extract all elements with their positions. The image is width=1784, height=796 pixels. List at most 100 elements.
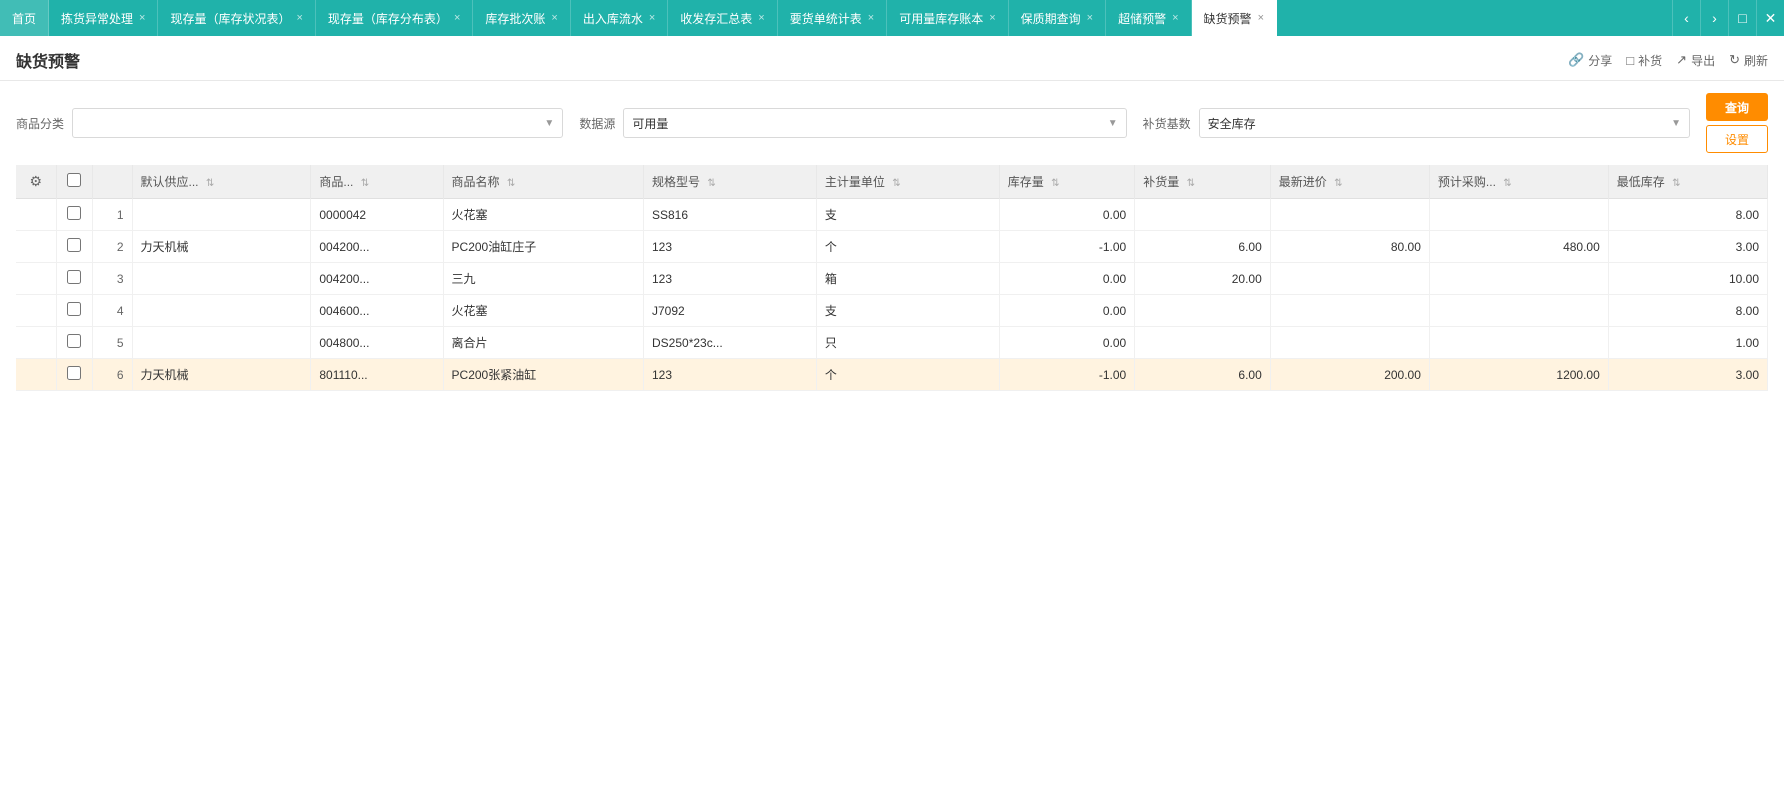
row-unit: 箱 <box>816 263 999 295</box>
sort-unit-icon: ⇅ <box>892 178 900 189</box>
replenish-select-value: 安全库存 <box>1208 115 1256 132</box>
col-header-supplier[interactable]: 默认供应... ⇅ <box>132 165 311 199</box>
query-button[interactable]: 查询 <box>1706 93 1768 121</box>
tab-expiry[interactable]: 保质期查询 × <box>1009 0 1106 36</box>
table-row[interactable]: 2 力天机械 004200... PC200油缸庄子 123 个 -1.00 6… <box>16 231 1768 263</box>
datasource-select[interactable]: 可用量 ▼ <box>623 108 1126 138</box>
category-label: 商品分类 <box>16 115 64 132</box>
row-replenish-qty <box>1135 295 1271 327</box>
row-checkbox[interactable] <box>67 366 81 380</box>
row-checkbox[interactable] <box>67 206 81 220</box>
row-supplier: 力天机械 <box>132 231 311 263</box>
col-header-gear[interactable]: ⚙ <box>16 165 56 199</box>
tab-close-avail-ledger[interactable]: × <box>989 12 995 24</box>
row-checkbox[interactable] <box>67 270 81 284</box>
tab-restore[interactable]: □ <box>1728 0 1756 36</box>
tab-overstock[interactable]: 超储预警 × <box>1106 0 1191 36</box>
refresh-button[interactable]: ↻ 刷新 <box>1729 52 1768 69</box>
column-settings-icon[interactable]: ⚙ <box>29 173 42 189</box>
tab-recv-summary[interactable]: 收发存汇总表 × <box>668 0 777 36</box>
row-checkbox-cell[interactable] <box>56 295 92 327</box>
row-checkbox-cell[interactable] <box>56 199 92 231</box>
row-latest-price: 200.00 <box>1270 359 1429 391</box>
row-checkbox-cell[interactable] <box>56 263 92 295</box>
col-header-unit[interactable]: 主计量单位 ⇅ <box>816 165 999 199</box>
row-checkbox-cell[interactable] <box>56 231 92 263</box>
tab-close-stock-status[interactable]: × <box>296 12 302 24</box>
select-all-checkbox[interactable] <box>67 173 81 187</box>
row-name: 离合片 <box>443 327 643 359</box>
col-header-stock[interactable]: 库存量 ⇅ <box>999 165 1135 199</box>
filter-bar: 商品分类 ▼ 数据源 可用量 ▼ 补货基数 安全库存 ▼ 查询 设置 <box>0 81 1784 165</box>
table-row[interactable]: 3 004200... 三九 123 箱 0.00 20.00 10.00 <box>16 263 1768 295</box>
row-index: 4 <box>92 295 132 327</box>
tab-close-expiry[interactable]: × <box>1087 12 1093 24</box>
col-header-latest-price[interactable]: 最新进价 ⇅ <box>1270 165 1429 199</box>
category-select[interactable]: ▼ <box>72 108 563 138</box>
table-container: ⚙ 默认供应... ⇅ 商品... ⇅ 商品名称 <box>0 165 1784 391</box>
col-header-min-stock[interactable]: 最低库存 ⇅ <box>1608 165 1767 199</box>
tab-stock-dist[interactable]: 现存量（库存分布表） × <box>316 0 473 36</box>
tab-close-inout-flow[interactable]: × <box>649 12 655 24</box>
tab-close-abnormal[interactable]: × <box>139 12 145 24</box>
row-min-stock: 10.00 <box>1608 263 1767 295</box>
tab-scroll-right[interactable]: › <box>1700 0 1728 36</box>
row-gear-cell <box>16 359 56 391</box>
col-header-name[interactable]: 商品名称 ⇅ <box>443 165 643 199</box>
settings-button[interactable]: 设置 <box>1706 125 1768 153</box>
row-min-stock: 8.00 <box>1608 199 1767 231</box>
tab-abnormal[interactable]: 拣货异常处理 × <box>49 0 158 36</box>
col-header-spec[interactable]: 规格型号 ⇅ <box>644 165 817 199</box>
row-est-purchase: 1200.00 <box>1429 359 1608 391</box>
tab-order-stat[interactable]: 要货单统计表 × <box>778 0 887 36</box>
row-checkbox-cell[interactable] <box>56 327 92 359</box>
row-latest-price <box>1270 199 1429 231</box>
tab-close-stock-dist[interactable]: × <box>454 12 460 24</box>
row-unit: 支 <box>816 295 999 327</box>
tab-shortage[interactable]: 缺货预警 × <box>1192 0 1277 36</box>
row-stock: -1.00 <box>999 231 1135 263</box>
row-checkbox-cell[interactable] <box>56 359 92 391</box>
sort-supplier-icon: ⇅ <box>206 178 214 189</box>
datasource-label: 数据源 <box>579 115 615 132</box>
replenish-select[interactable]: 安全库存 ▼ <box>1199 108 1690 138</box>
share-button[interactable]: 🔗 分享 <box>1568 52 1612 69</box>
row-checkbox[interactable] <box>67 334 81 348</box>
page-title: 缺货预警 <box>16 48 80 72</box>
col-header-replenish-qty[interactable]: 补货量 ⇅ <box>1135 165 1271 199</box>
tab-home[interactable]: 首页 <box>0 0 49 36</box>
row-checkbox[interactable] <box>67 302 81 316</box>
replenish-button[interactable]: □ 补货 <box>1626 52 1662 69</box>
col-header-est-purchase[interactable]: 预计采购... ⇅ <box>1429 165 1608 199</box>
row-gear-cell <box>16 199 56 231</box>
shortage-table: ⚙ 默认供应... ⇅ 商品... ⇅ 商品名称 <box>16 165 1768 391</box>
header-actions: 🔗 分享 □ 补货 ↗ 导出 ↻ 刷新 <box>1568 52 1768 69</box>
col-header-checkbox[interactable] <box>56 165 92 199</box>
export-button[interactable]: ↗ 导出 <box>1676 52 1715 69</box>
row-checkbox[interactable] <box>67 238 81 252</box>
row-est-purchase <box>1429 295 1608 327</box>
tab-scroll-left[interactable]: ‹ <box>1672 0 1700 36</box>
row-est-purchase <box>1429 199 1608 231</box>
tab-close-recv-summary[interactable]: × <box>758 12 764 24</box>
row-replenish-qty <box>1135 199 1271 231</box>
tab-close-shortage[interactable]: × <box>1258 12 1264 24</box>
table-row[interactable]: 6 力天机械 801110... PC200张紧油缸 123 个 -1.00 6… <box>16 359 1768 391</box>
sort-latest-price-icon: ⇅ <box>1334 178 1342 189</box>
tab-avail-ledger[interactable]: 可用量库存账本 × <box>887 0 1008 36</box>
row-stock: -1.00 <box>999 359 1135 391</box>
tab-close-batch-account[interactable]: × <box>551 12 557 24</box>
tab-close-order-stat[interactable]: × <box>868 12 874 24</box>
table-row[interactable]: 5 004800... 离合片 DS250*23c... 只 0.00 1.00 <box>16 327 1768 359</box>
tab-close-all[interactable]: ✕ <box>1756 0 1784 36</box>
table-row[interactable]: 1 0000042 火花塞 SS816 支 0.00 8.00 <box>16 199 1768 231</box>
row-index: 6 <box>92 359 132 391</box>
row-code: 004800... <box>311 327 443 359</box>
row-stock: 0.00 <box>999 295 1135 327</box>
table-row[interactable]: 4 004600... 火花塞 J7092 支 0.00 8.00 <box>16 295 1768 327</box>
tab-batch-account[interactable]: 库存批次账 × <box>473 0 570 36</box>
tab-close-overstock[interactable]: × <box>1172 12 1178 24</box>
tab-stock-status[interactable]: 现存量（库存状况表） × <box>158 0 315 36</box>
col-header-code[interactable]: 商品... ⇅ <box>311 165 443 199</box>
tab-inout-flow[interactable]: 出入库流水 × <box>571 0 668 36</box>
